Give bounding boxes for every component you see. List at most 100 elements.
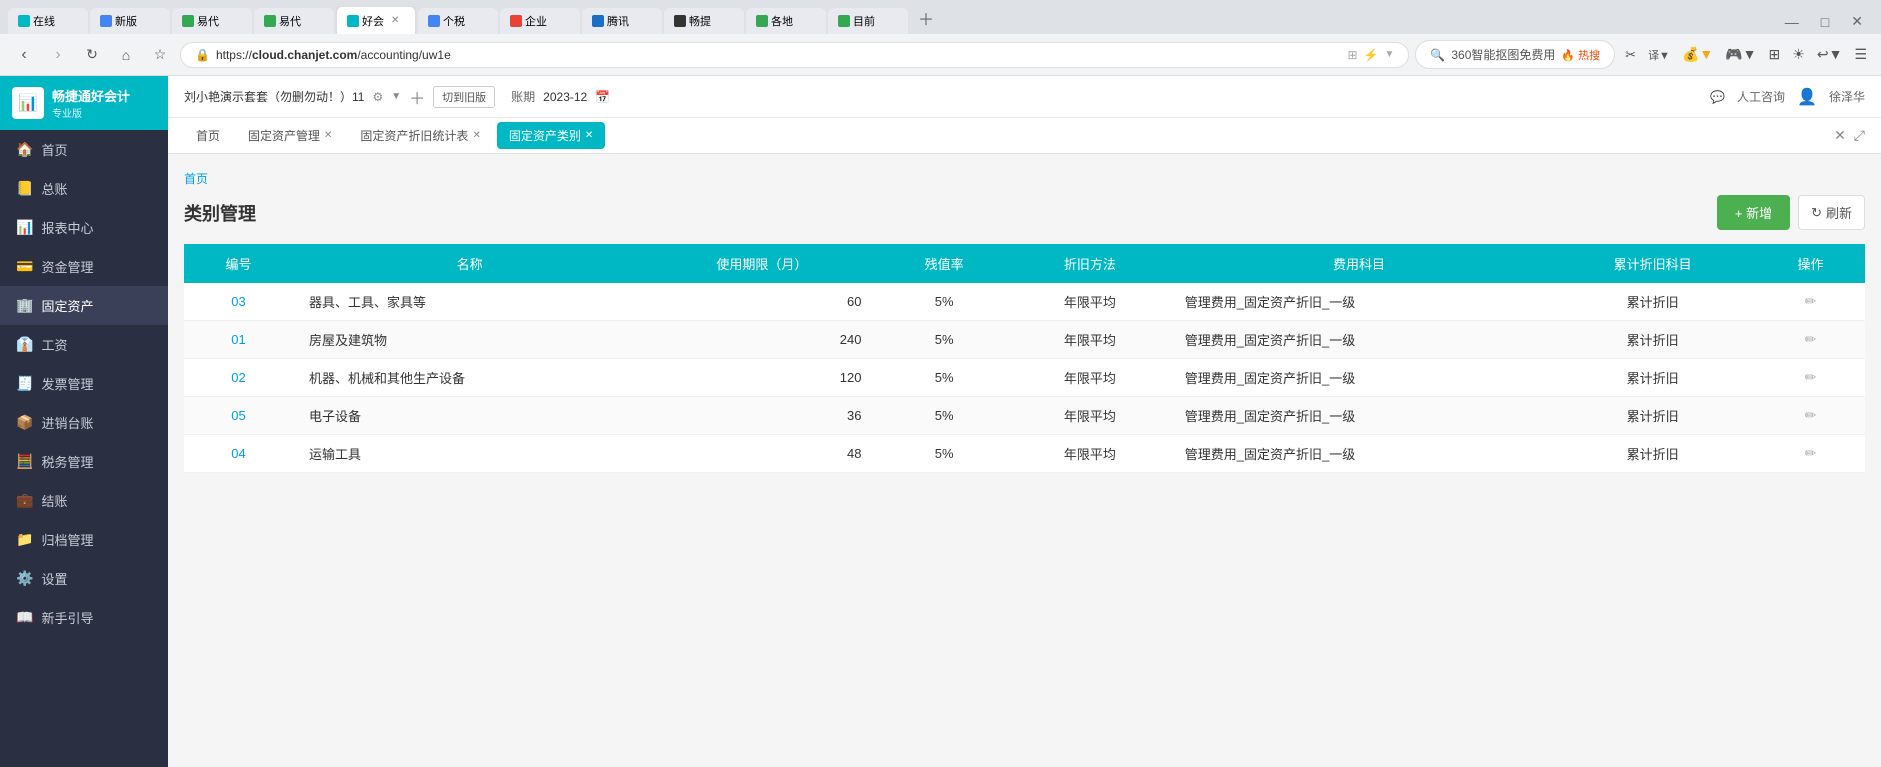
edit-icon[interactable]: ✏ [1805, 331, 1817, 347]
browser-tab-qiye[interactable]: 企业 [500, 8, 580, 34]
edit-icon[interactable]: ✏ [1805, 407, 1817, 423]
add-button[interactable]: + 新增 [1717, 195, 1790, 230]
reload-button[interactable]: ↻ [78, 41, 106, 69]
sidebar-item-closing[interactable]: 💼 结账 [0, 481, 168, 520]
back-button[interactable]: ‹ [10, 41, 38, 69]
cell-name-4: 运输工具 [293, 435, 646, 473]
forward-button[interactable]: › [44, 41, 72, 69]
bookmark-button[interactable]: ☆ [146, 41, 174, 69]
sidebar-item-home[interactable]: 🏠 首页 [0, 130, 168, 169]
cell-actions-3: ✏ [1756, 397, 1865, 435]
cell-expense-2: 管理费用_固定资产折旧_一级 [1169, 359, 1549, 397]
switch-version-button[interactable]: 切到旧版 [433, 86, 495, 108]
cell-accumulated-1: 累计折旧 [1549, 321, 1756, 359]
cell-accumulated-0: 累计折旧 [1549, 283, 1756, 321]
tax-icon: 🧮 [16, 453, 33, 470]
sidebar-item-settings[interactable]: ⚙️ 设置 [0, 559, 168, 598]
cell-period-2: 120 [646, 359, 877, 397]
new-tab-button[interactable]: ＋ [910, 2, 942, 34]
browser-tab-xinban[interactable]: 新版 [90, 8, 170, 34]
tab-maximize-icon[interactable]: ⤢ [1854, 127, 1865, 144]
cell-name-0: 器具、工具、家具等 [293, 283, 646, 321]
category-table: 编号 名称 使用期限（月） 残值率 折旧方法 费用科目 累计折旧科目 操作 03… [184, 244, 1865, 473]
cell-code-0[interactable]: 03 [184, 283, 293, 321]
breadcrumb-home[interactable]: 首页 [184, 170, 208, 187]
grid-icon[interactable]: ⊞ [1765, 42, 1785, 67]
closing-icon: 💼 [16, 492, 33, 509]
menu-icon[interactable]: ☰ [1850, 42, 1871, 67]
edit-icon[interactable]: ✏ [1805, 445, 1817, 461]
tab-depreciation-table[interactable]: 固定资产折旧统计表 ✕ [348, 122, 492, 149]
table-row: 01 房屋及建筑物 240 5% 年限平均 管理费用_固定资产折旧_一级 累计折… [184, 321, 1865, 359]
period-value: 2023-12 [543, 90, 587, 104]
brightness-icon[interactable]: ☀ [1788, 42, 1809, 67]
translate-icon[interactable]: 译▼ [1644, 43, 1674, 67]
calendar-icon[interactable]: 📅 [595, 90, 610, 104]
browser-tab-zaixin[interactable]: 在线 [8, 8, 88, 34]
hot-badge: 🔥 热搜 [1561, 47, 1600, 63]
scissors-icon[interactable]: ✂ [1621, 43, 1640, 67]
inventory-icon: 📦 [16, 414, 33, 431]
cell-method-1: 年限平均 [1011, 321, 1169, 359]
ledger-icon: 📒 [16, 180, 33, 197]
sidebar-item-invoice[interactable]: 🧾 发票管理 [0, 364, 168, 403]
tab-close-haohui[interactable]: ✕ [391, 15, 399, 26]
col-expense: 费用科目 [1169, 244, 1549, 283]
table-row: 04 运输工具 48 5% 年限平均 管理费用_固定资产折旧_一级 累计折旧 ✏ [184, 435, 1865, 473]
browser-tab-yidai2[interactable]: 易代 [254, 8, 334, 34]
browser-tab-muqian[interactable]: 目前 [828, 8, 908, 34]
sidebar-item-reports[interactable]: 📊 报表中心 [0, 208, 168, 247]
cell-code-4[interactable]: 04 [184, 435, 293, 473]
sidebar-item-inventory[interactable]: 📦 进销台账 [0, 403, 168, 442]
sidebar-item-fixed-assets[interactable]: 🏢 固定资产 [0, 286, 168, 325]
sidebar-item-tax[interactable]: 🧮 税务管理 [0, 442, 168, 481]
tab-close-mgmt[interactable]: ✕ [324, 130, 332, 141]
browser-tab-geshui[interactable]: 个税 [418, 8, 498, 34]
address-url: https://cloud.chanjet.com/accounting/uw1… [216, 48, 451, 62]
tab-close-icon[interactable]: ✕ [1834, 127, 1846, 144]
sidebar-item-archive[interactable]: 📁 归档管理 [0, 520, 168, 559]
cell-code-3[interactable]: 05 [184, 397, 293, 435]
browser-tab-haohui[interactable]: 好会 ✕ [336, 6, 416, 34]
tab-close-category[interactable]: ✕ [585, 130, 593, 141]
cell-period-1: 240 [646, 321, 877, 359]
home-button[interactable]: ⌂ [112, 41, 140, 69]
cell-code-2[interactable]: 02 [184, 359, 293, 397]
top-bar-right: 💬 人工咨询 👤 徐泽华 [1710, 87, 1865, 107]
address-bar[interactable]: 🔒 https://cloud.chanjet.com/accounting/u… [180, 42, 1409, 68]
tab-asset-category[interactable]: 固定资产类别 ✕ [497, 122, 605, 149]
edit-icon[interactable]: ✏ [1805, 369, 1817, 385]
cell-accumulated-2: 累计折旧 [1549, 359, 1756, 397]
browser-tab-gedi[interactable]: 各地 [746, 8, 826, 34]
window-maximize[interactable]: □ [1811, 10, 1839, 34]
tab-close-depreciation[interactable]: ✕ [472, 130, 480, 141]
service-text[interactable]: 人工咨询 [1737, 88, 1785, 105]
ssl-icon: 🔒 [195, 48, 210, 62]
settings-gear-icon[interactable]: ⚙ [372, 90, 383, 104]
guide-icon: 📖 [16, 609, 33, 626]
add-icon[interactable]: ＋ [409, 85, 425, 109]
edit-icon[interactable]: ✏ [1805, 293, 1817, 309]
browser-tab-yidai1[interactable]: 易代 [172, 8, 252, 34]
undo-icon[interactable]: ↩▼ [1813, 42, 1847, 67]
game-icon[interactable]: 🎮▼ [1721, 42, 1760, 67]
sidebar-item-funds[interactable]: 💳 资金管理 [0, 247, 168, 286]
lightning-icon: ⚡ [1364, 48, 1379, 62]
tab-fixed-asset-mgmt[interactable]: 固定资产管理 ✕ [236, 122, 344, 149]
sidebar-item-guide[interactable]: 📖 新手引导 [0, 598, 168, 637]
browser-tab-tencent[interactable]: 腾讯 [582, 8, 662, 34]
tab-home[interactable]: 首页 [184, 122, 232, 149]
tools-area: ✂ 译▼ 💰▼ 🎮▼ ⊞ ☀ ↩▼ ☰ [1621, 42, 1871, 67]
dropdown-arrow-icon[interactable]: ▼ [391, 91, 401, 102]
window-minimize[interactable]: — [1775, 10, 1809, 34]
window-close[interactable]: ✕ [1841, 9, 1873, 34]
refresh-button[interactable]: ↻ 刷新 [1798, 195, 1865, 230]
coin-icon[interactable]: 💰▼ [1678, 42, 1717, 67]
search-bar[interactable]: 🔍 360智能抠图免费用 🔥 热搜 [1415, 40, 1615, 69]
sidebar-item-payroll[interactable]: 👔 工资 [0, 325, 168, 364]
browser-tab-changte[interactable]: 畅提 [664, 8, 744, 34]
cell-code-1[interactable]: 01 [184, 321, 293, 359]
sidebar-item-ledger[interactable]: 📒 总账 [0, 169, 168, 208]
period-label: 账期 [511, 88, 535, 105]
top-bar-left: 刘小艳演示套套（勿删勿动！）11 ⚙ ▼ ＋ 切到旧版 账期 2023-12 📅 [184, 85, 610, 109]
